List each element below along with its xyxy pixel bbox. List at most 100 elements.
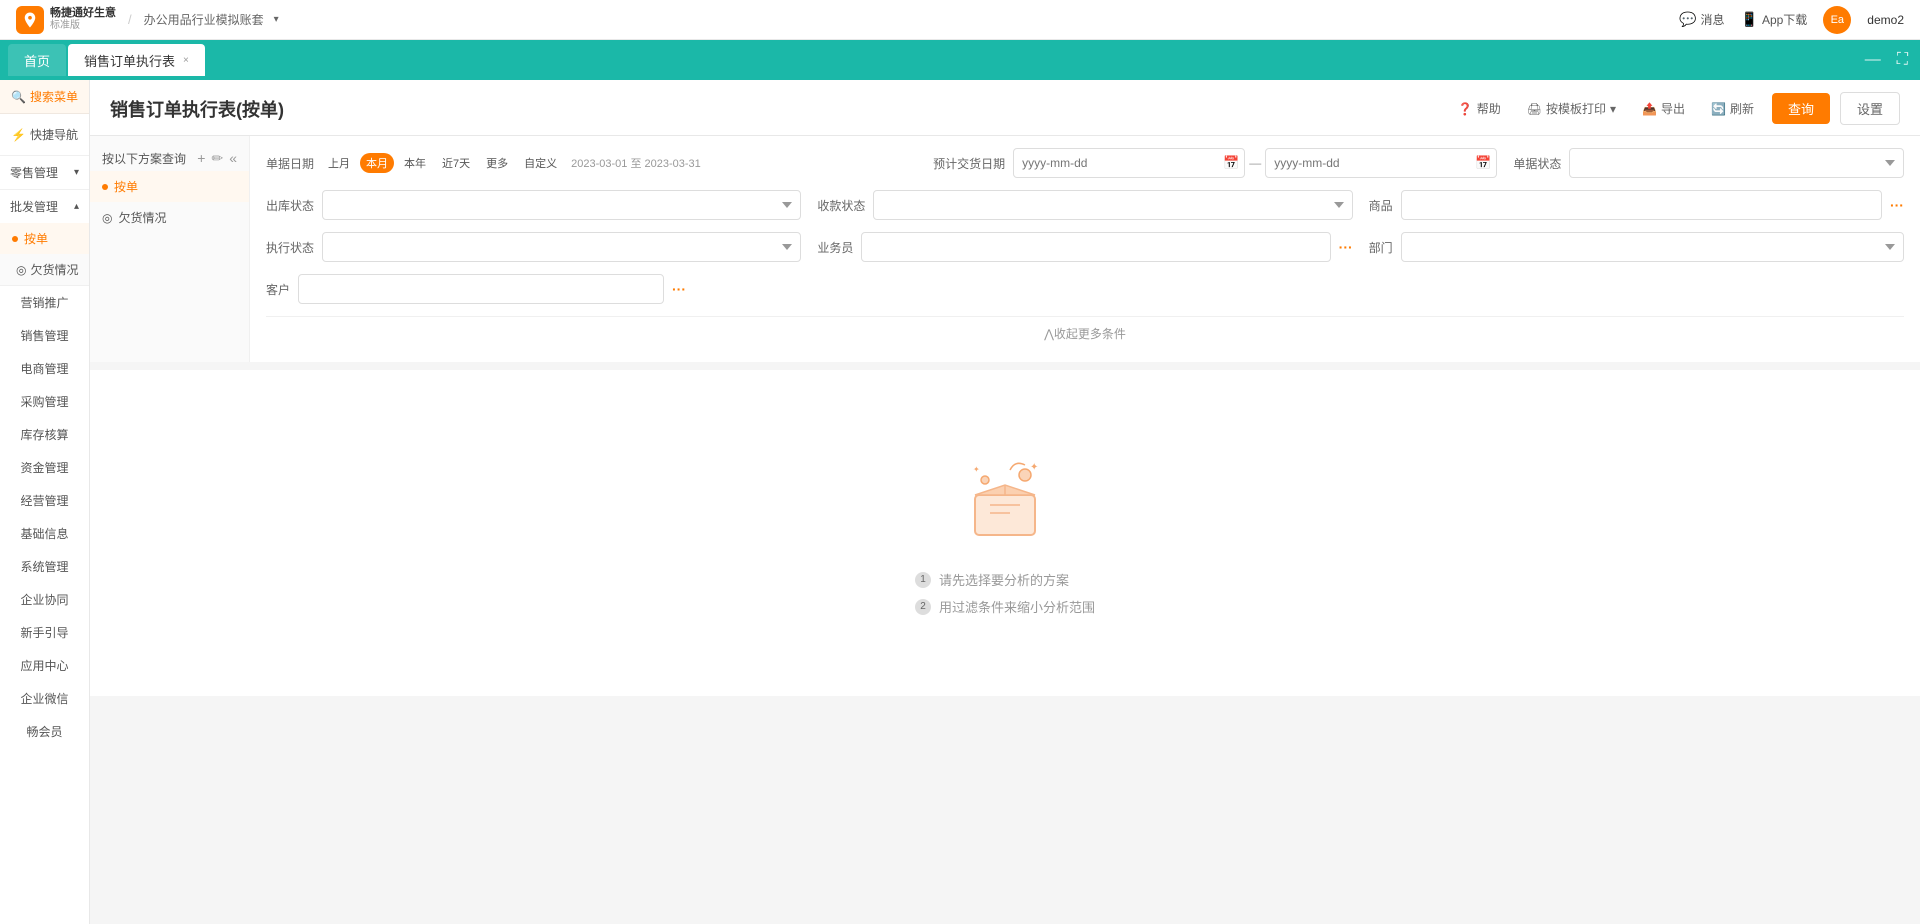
date-shortcut-lastmonth[interactable]: 上月 xyxy=(322,153,356,173)
app-download-label: App下载 xyxy=(1762,11,1807,28)
expected-date-to-input[interactable] xyxy=(1265,148,1497,178)
tab-home[interactable]: 首页 xyxy=(8,44,66,76)
page-actions: ❓ 帮助 🖨 按模板打印 ▾ 📤 导出 🔄 刷新 xyxy=(1450,92,1900,125)
sidebar-item-sales[interactable]: 销售管理 xyxy=(0,319,89,352)
goods-label: 商品 xyxy=(1369,197,1393,214)
sidebar-item-inventory[interactable]: 库存核算 xyxy=(0,418,89,451)
dept-select[interactable] xyxy=(1401,232,1904,262)
help-button[interactable]: ❓ 帮助 xyxy=(1450,96,1509,121)
empty-state: ✦ ✦ 1 请先选择要分析的方案 2 用过滤条件来缩小分析范围 xyxy=(90,370,1920,696)
refresh-button[interactable]: 🔄 刷新 xyxy=(1703,96,1762,121)
tab-active[interactable]: 销售订单执行表 × xyxy=(68,44,205,76)
refresh-label: 刷新 xyxy=(1730,100,1754,117)
collapse-label: 收起更多条件 xyxy=(1054,325,1126,342)
search-button[interactable]: 查询 xyxy=(1772,93,1830,124)
user-name: demo2 xyxy=(1867,13,1904,27)
sidebar-item-purchase[interactable]: 采购管理 xyxy=(0,385,89,418)
sidebar-debt-label: 欠货情况 xyxy=(30,261,78,278)
status-select[interactable] xyxy=(1569,148,1904,178)
filter-area: 按以下方案查询 + ✏ « 按单 ◎ 欠货情况 xyxy=(90,136,1920,362)
sidebar-item-corpwechat[interactable]: 企业微信 xyxy=(0,682,89,715)
sidebar-item-quicknav[interactable]: ⚡ 快捷导航 xyxy=(0,118,89,151)
settings-button[interactable]: 设置 xyxy=(1840,92,1900,125)
app-download-button[interactable]: 📱 App下载 xyxy=(1741,11,1808,28)
filter-sidebar-item-debt[interactable]: ◎ 欠货情况 xyxy=(90,202,249,233)
message-button[interactable]: 💬 消息 xyxy=(1679,11,1724,28)
filter-group-outbound: 出库状态 xyxy=(266,190,801,220)
customer-more-icon[interactable]: ··· xyxy=(672,281,686,297)
window-maximize-button[interactable]: ⛶ xyxy=(1893,47,1912,73)
app-download-icon: 📱 xyxy=(1741,11,1758,28)
window-minimize-button[interactable]: — xyxy=(1861,47,1885,73)
empty-state-tip-2: 2 用过滤条件来缩小分析范围 xyxy=(915,597,1095,616)
sidebar-order-label: 按单 xyxy=(24,230,48,247)
sidebar-item-operation[interactable]: 经营管理 xyxy=(0,484,89,517)
help-icon: ❓ xyxy=(1458,102,1473,116)
expected-date-range: 📅 — 📅 xyxy=(1013,148,1497,178)
date-shortcut-thisyear[interactable]: 本年 xyxy=(398,153,432,173)
page-title-row: 销售订单执行表(按单) ❓ 帮助 🖨 按模板打印 ▾ 📤 导出 xyxy=(110,92,1900,135)
export-button[interactable]: 📤 导出 xyxy=(1634,96,1693,121)
sidebar-item-retail[interactable]: 零售管理 ▾ xyxy=(0,156,89,189)
filter-add-icon[interactable]: + xyxy=(197,150,205,167)
empty-state-tips: 1 请先选择要分析的方案 2 用过滤条件来缩小分析范围 xyxy=(915,570,1095,616)
tab-home-label: 首页 xyxy=(24,51,50,70)
logo-icon xyxy=(16,6,44,34)
search-icon: 🔍 xyxy=(11,90,26,104)
exec-select[interactable] xyxy=(322,232,801,262)
goods-more-icon[interactable]: ··· xyxy=(1890,197,1904,213)
message-label: 消息 xyxy=(1700,11,1724,28)
payment-select[interactable] xyxy=(873,190,1352,220)
date-shortcut-more[interactable]: 更多 xyxy=(480,153,514,173)
expected-date-from-input[interactable] xyxy=(1013,148,1245,178)
filter-edit-icon[interactable]: ✏ xyxy=(211,150,223,167)
customer-label: 客户 xyxy=(266,281,290,298)
outbound-select[interactable] xyxy=(322,190,801,220)
date-shortcut-thismonth[interactable]: 本月 xyxy=(360,153,394,173)
sidebar-subitem-debt[interactable]: ◎ 欠货情况 xyxy=(0,254,89,285)
avatar[interactable]: Ea xyxy=(1823,6,1851,34)
tip-num-1: 1 xyxy=(915,572,931,588)
tip-num-2: 2 xyxy=(915,599,931,615)
sidebar-search[interactable]: 🔍 搜索菜单 xyxy=(0,80,89,114)
breadcrumb: 办公用品行业模拟账套 xyxy=(144,11,264,28)
filter-row-2: 出库状态 收款状态 商品 xyxy=(266,190,1904,220)
help-label: 帮助 xyxy=(1477,100,1501,117)
breadcrumb-dropdown-icon[interactable]: ▾ xyxy=(274,14,279,25)
tab-close-icon[interactable]: × xyxy=(183,55,189,66)
sidebar-item-marketing[interactable]: 营销推广 xyxy=(0,286,89,319)
salesman-more-icon[interactable]: ··· xyxy=(1339,239,1353,255)
sidebar-item-system[interactable]: 系统管理 xyxy=(0,550,89,583)
filter-collapse-button[interactable]: ⋀ 收起更多条件 xyxy=(266,316,1904,350)
refresh-icon: 🔄 xyxy=(1711,102,1726,116)
sidebar-item-ecommerce[interactable]: 电商管理 xyxy=(0,352,89,385)
salesman-input[interactable] xyxy=(861,232,1330,262)
sidebar-item-appcenter[interactable]: 应用中心 xyxy=(0,649,89,682)
sidebar-item-basic[interactable]: 基础信息 xyxy=(0,517,89,550)
date-shortcut-custom[interactable]: 自定义 xyxy=(518,153,563,173)
expected-date-label: 预计交货日期 xyxy=(933,155,1005,172)
date-range-separator: — xyxy=(1249,156,1261,170)
filter-group-salesman: 业务员 ··· xyxy=(817,232,1352,262)
filter-group-customer: 客户 ··· xyxy=(266,274,686,304)
sidebar-subitem-order[interactable]: 按单 xyxy=(0,223,89,254)
header-right: 💬 消息 📱 App下载 Ea demo2 xyxy=(1679,6,1904,34)
customer-input[interactable] xyxy=(298,274,664,304)
filter-sidebar-item-byorder[interactable]: 按单 xyxy=(90,171,249,202)
sidebar-item-member[interactable]: 畅会员 xyxy=(0,715,89,748)
sidebar-item-finance[interactable]: 资金管理 xyxy=(0,451,89,484)
filter-collapse-sidebar-icon[interactable]: « xyxy=(229,150,237,167)
sidebar-item-wholesale[interactable]: 批发管理 ▴ xyxy=(0,190,89,223)
template-print-button[interactable]: 🖨 按模板打印 ▾ xyxy=(1519,96,1624,121)
salesman-label: 业务员 xyxy=(817,239,853,256)
template-print-arrow-icon: ▾ xyxy=(1610,102,1616,116)
filter-sidebar-debt-label: 欠货情况 xyxy=(118,209,166,226)
date-shortcut-7days[interactable]: 近7天 xyxy=(436,153,476,173)
sidebar-item-newbie[interactable]: 新手引导 xyxy=(0,616,89,649)
goods-input[interactable] xyxy=(1401,190,1882,220)
sidebar-search-inner[interactable]: 🔍 搜索菜单 xyxy=(6,88,83,105)
wholesale-arrow-icon: ▴ xyxy=(74,201,79,212)
wholesale-sub-items: 按单 ◎ 欠货情况 xyxy=(0,223,89,285)
sidebar-item-corp[interactable]: 企业协同 xyxy=(0,583,89,616)
expected-date-to-wrap: 📅 xyxy=(1265,148,1497,178)
